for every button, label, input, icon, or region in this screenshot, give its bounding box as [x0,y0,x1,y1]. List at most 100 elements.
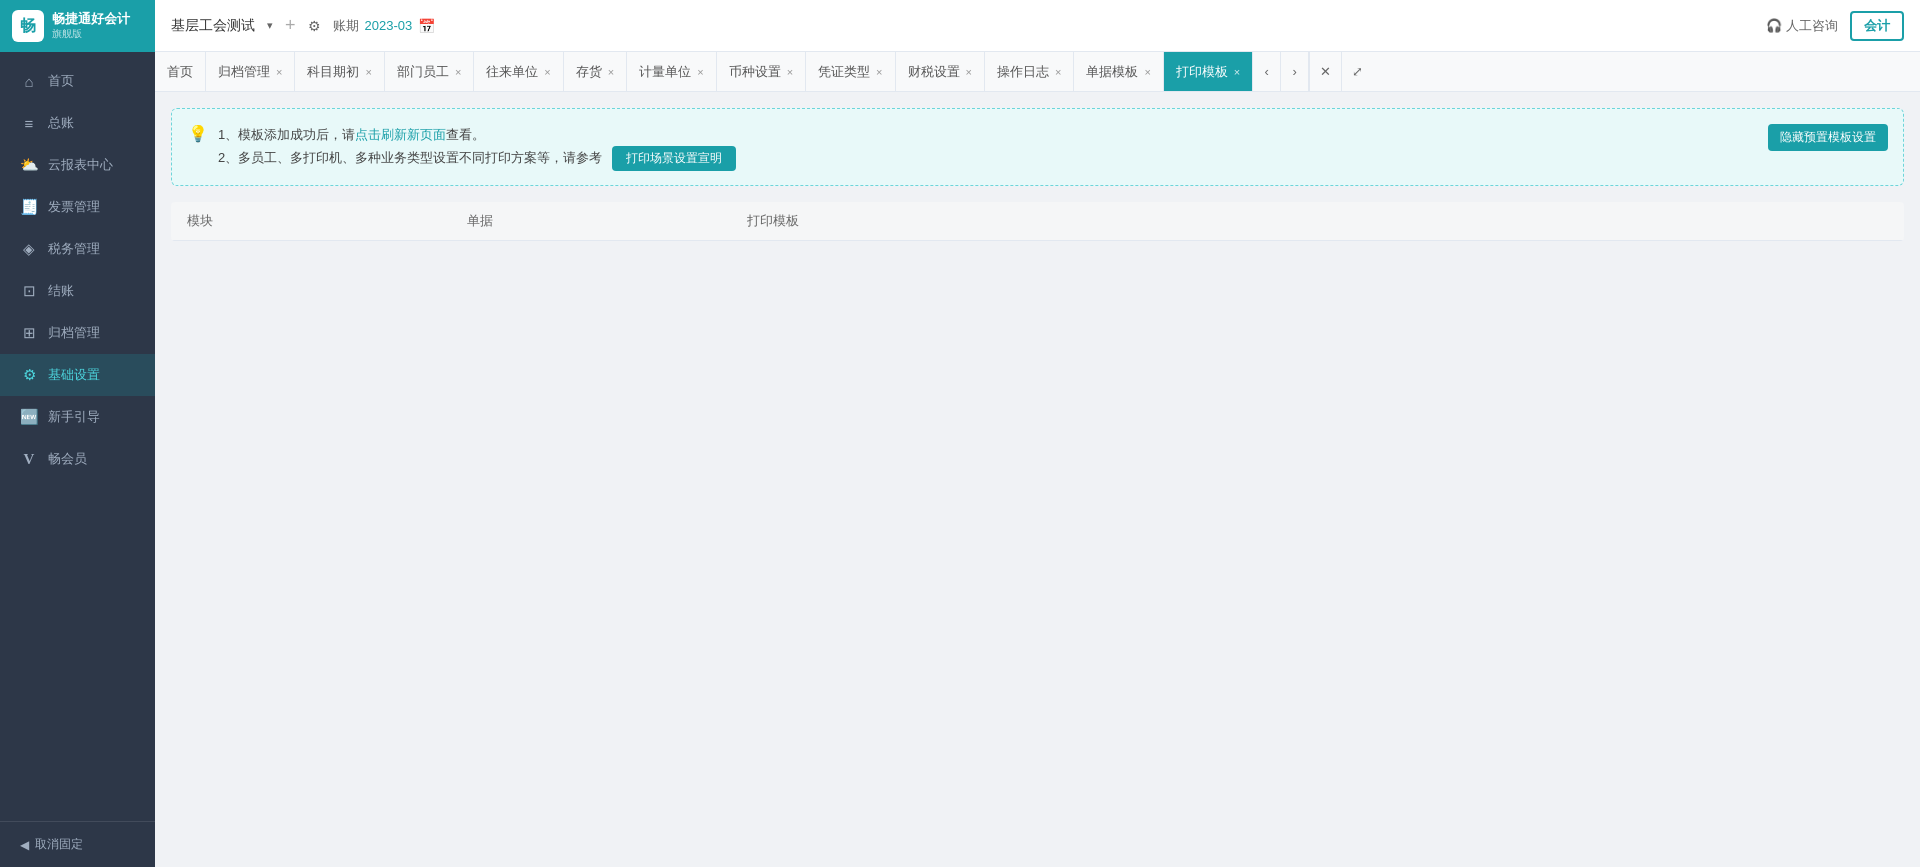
tab-nav-right[interactable]: › [1281,52,1309,91]
tab-close-all[interactable]: ✕ [1309,52,1341,91]
tab-currency[interactable]: 币种设置 × [717,52,806,91]
period-label: 账期 [333,17,359,35]
member-icon: V [20,450,38,468]
sidebar-logo: 畅 畅捷通好会计 旗舰版 [0,0,155,52]
add-company-icon[interactable]: + [285,15,296,36]
sidebar-unpin-button[interactable]: ◀ 取消固定 [0,821,155,867]
tab-close-currency[interactable]: × [787,66,793,78]
settings-icon: ⚙ [20,366,38,384]
tab-expand[interactable]: ⤢ [1341,52,1373,91]
tab-archive[interactable]: 归档管理 × [206,52,295,91]
sidebar-item-close[interactable]: ⊡ 结账 [0,270,155,312]
sidebar-item-invoice[interactable]: 🧾 发票管理 [0,186,155,228]
company-name: 基层工会测试 [171,17,255,35]
tab-close-tax-settings[interactable]: × [966,66,972,78]
tab-voucher-type[interactable]: 凭证类型 × [806,52,895,91]
home-icon: ⌂ [20,72,38,90]
tabbar: 首页 归档管理 × 科目期初 × 部门员工 × 往来单位 × 存货 × 计量单位… [155,52,1920,92]
notice-line2-prefix: 2、多员工、多打印机、多种业务类型设置不同打印方案等，请参考 [218,150,602,165]
unpin-icon: ◀ [20,838,29,852]
notice-content: 1、模板添加成功后，请点击刷新新页面查看。 2、多员工、多打印机、多种业务类型设… [218,123,1887,171]
kuaiji-button[interactable]: 会计 [1850,11,1904,41]
tax-icon: ◈ [20,240,38,258]
tab-close-inventory[interactable]: × [608,66,614,78]
tab-inventory[interactable]: 存货 × [564,52,627,91]
notice-line1-prefix: 1、模板添加成功后，请 [218,127,355,142]
sidebar-label-close: 结账 [48,282,74,300]
logo-icon: 畅 [12,10,44,42]
sidebar-item-tax[interactable]: ◈ 税务管理 [0,228,155,270]
content-wrapper: 隐藏预置模板设置 💡 1、模板添加成功后，请点击刷新新页面查看。 2、多员工、多… [171,108,1904,241]
data-table: 模块 单据 打印模板 [171,202,1904,241]
tab-operation-log[interactable]: 操作日志 × [985,52,1074,91]
notice-lightbulb-icon: 💡 [188,124,208,143]
sidebar-item-guide[interactable]: 🆕 新手引导 [0,396,155,438]
tab-supplier[interactable]: 往来单位 × [474,52,563,91]
archive-icon: ⊞ [20,324,38,342]
th-module: 模块 [171,202,451,240]
tab-close-department[interactable]: × [455,66,461,78]
sidebar-label-settings: 基础设置 [48,366,100,384]
topbar: 基层工会测试 ▾ + ⚙ 账期 2023-03 📅 🎧 人工咨询 会计 [155,0,1920,52]
tab-close-subjects[interactable]: × [365,66,371,78]
sidebar-label-member: 畅会员 [48,450,87,468]
sidebar-nav: ⌂ 首页 ≡ 总账 ⛅ 云报表中心 🧾 发票管理 ◈ 税务管理 ⊡ 结账 ⊞ 归… [0,52,155,821]
reports-icon: ⛅ [20,156,38,174]
tab-tax-settings[interactable]: 财税设置 × [896,52,985,91]
help-label: 人工咨询 [1786,17,1838,35]
tab-close-supplier[interactable]: × [544,66,550,78]
print-scene-button[interactable]: 打印场景设置宣明 [612,146,736,171]
th-print-template: 打印模板 [731,202,1904,240]
notice-box: 💡 1、模板添加成功后，请点击刷新新页面查看。 2、多员工、多打印机、多种业务类… [171,108,1904,186]
main-area: 基层工会测试 ▾ + ⚙ 账期 2023-03 📅 🎧 人工咨询 会计 首页 归… [155,0,1920,867]
tab-close-voucher-type[interactable]: × [876,66,882,78]
calendar-icon[interactable]: 📅 [418,18,435,34]
notice-line1: 1、模板添加成功后，请点击刷新新页面查看。 [218,123,1887,146]
tab-subjects[interactable]: 科目期初 × [295,52,384,91]
content-area: 隐藏预置模板设置 💡 1、模板添加成功后，请点击刷新新页面查看。 2、多员工、多… [155,92,1920,867]
sidebar-item-reports[interactable]: ⛅ 云报表中心 [0,144,155,186]
sidebar-label-reports: 云报表中心 [48,156,113,174]
guide-icon: 🆕 [20,408,38,426]
sidebar-label-home: 首页 [48,72,74,90]
tab-nav-left[interactable]: ‹ [1253,52,1281,91]
tab-close-archive[interactable]: × [276,66,282,78]
tab-close-unit[interactable]: × [697,66,703,78]
tab-home[interactable]: 首页 [155,52,206,91]
headset-icon: 🎧 [1766,18,1782,33]
help-button[interactable]: 🎧 人工咨询 [1766,17,1838,35]
tab-close-print-template[interactable]: × [1234,66,1240,78]
tab-single-template[interactable]: 单据模板 × [1074,52,1163,91]
tab-close-single-template[interactable]: × [1144,66,1150,78]
sidebar: 畅 畅捷通好会计 旗舰版 ⌂ 首页 ≡ 总账 ⛅ 云报表中心 🧾 发票管理 ◈ … [0,0,155,867]
sidebar-label-ledger: 总账 [48,114,74,132]
logo-subtitle: 旗舰版 [52,27,130,41]
period-value: 2023-03 [365,18,413,33]
logo-title: 畅捷通好会计 [52,11,130,28]
sidebar-label-invoice: 发票管理 [48,198,100,216]
sidebar-item-home[interactable]: ⌂ 首页 [0,60,155,102]
company-dropdown-icon[interactable]: ▾ [267,19,273,32]
sidebar-item-settings[interactable]: ⚙ 基础设置 [0,354,155,396]
tab-department[interactable]: 部门员工 × [385,52,474,91]
notice-line2: 2、多员工、多打印机、多种业务类型设置不同打印方案等，请参考 打印场景设置宣明 [218,146,1887,171]
th-voucher: 单据 [451,202,731,240]
sidebar-item-ledger[interactable]: ≡ 总账 [0,102,155,144]
sidebar-item-archive[interactable]: ⊞ 归档管理 [0,312,155,354]
notice-refresh-link[interactable]: 点击刷新新页面 [355,127,446,142]
invoice-icon: 🧾 [20,198,38,216]
table-header: 模块 单据 打印模板 [171,202,1904,241]
tab-unit[interactable]: 计量单位 × [627,52,716,91]
tab-print-template[interactable]: 打印模板 × [1164,52,1253,91]
sidebar-label-archive: 归档管理 [48,324,100,342]
sidebar-label-guide: 新手引导 [48,408,100,426]
tab-close-operation-log[interactable]: × [1055,66,1061,78]
period-display: 账期 2023-03 📅 [333,17,436,35]
topbar-settings-icon[interactable]: ⚙ [308,18,321,34]
hide-template-button[interactable]: 隐藏预置模板设置 [1768,124,1888,151]
topbar-right: 🎧 人工咨询 会计 [1766,11,1904,41]
sidebar-label-tax: 税务管理 [48,240,100,258]
notice-line1-suffix: 查看。 [446,127,485,142]
close-account-icon: ⊡ [20,282,38,300]
sidebar-item-member[interactable]: V 畅会员 [0,438,155,480]
